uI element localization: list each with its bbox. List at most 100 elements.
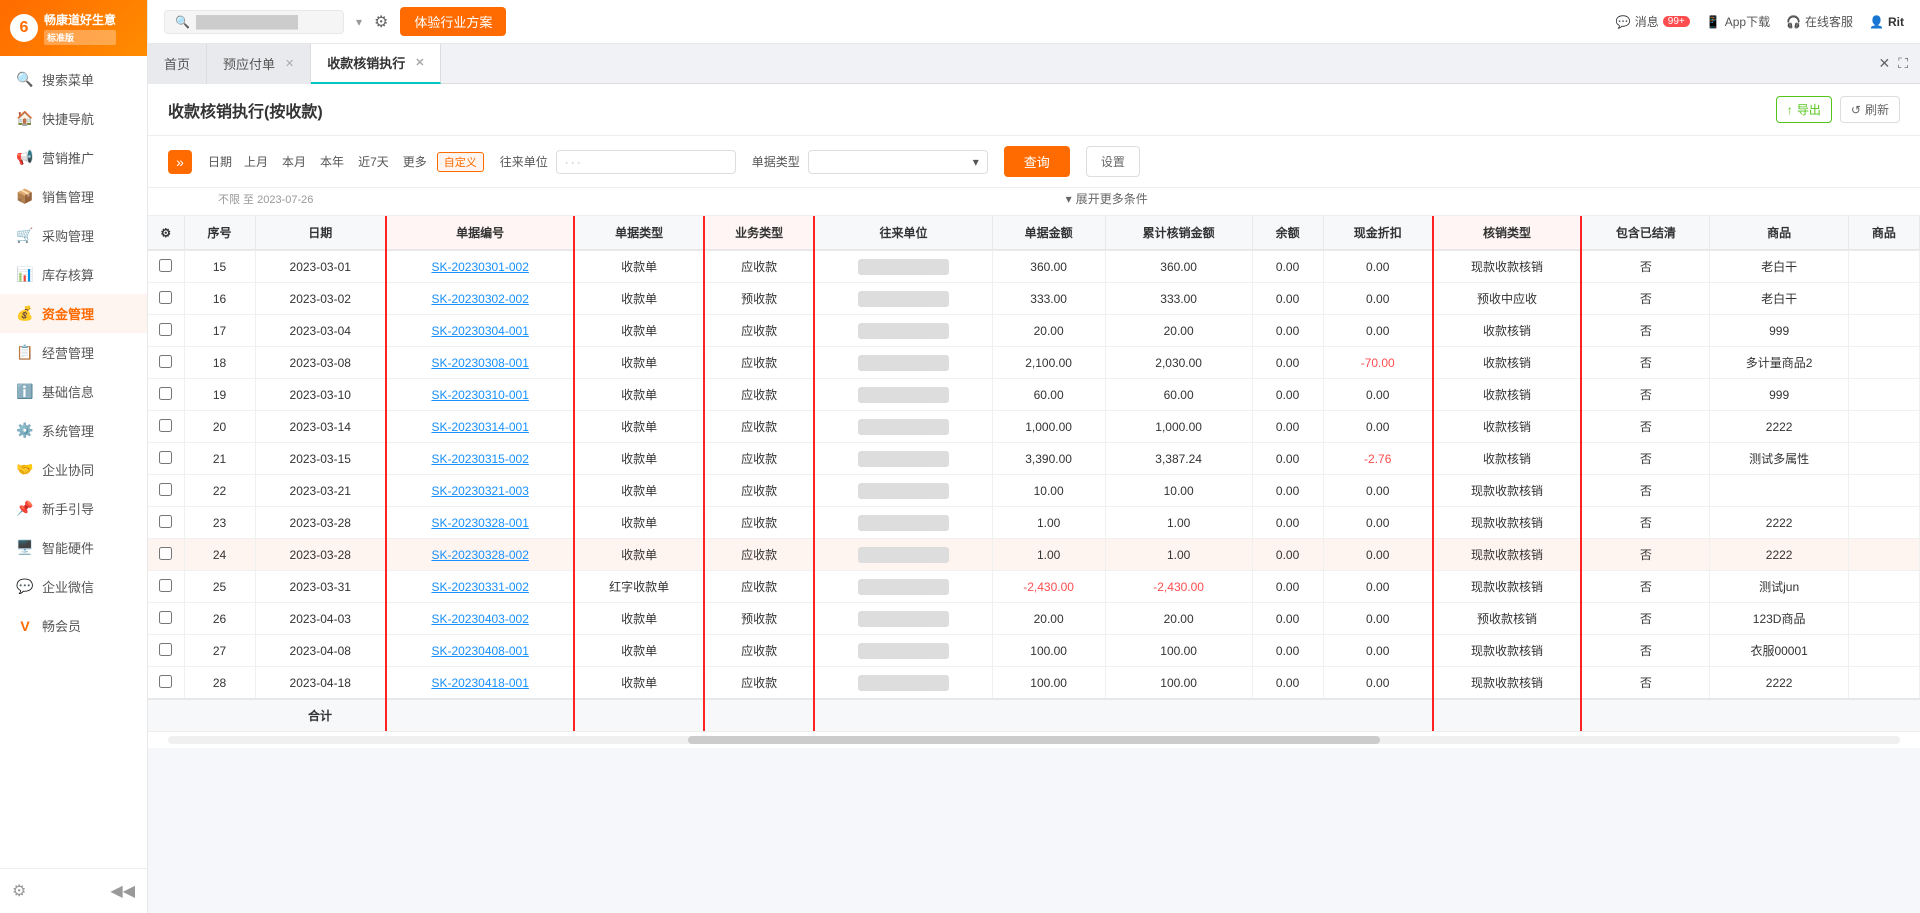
sidebar-item-finance[interactable]: 💰 资金管理 [0,294,147,333]
tab-receive-verify[interactable]: 收款核销执行 ✕ [311,44,441,84]
sidebar-item-wechat[interactable]: 💬 企业微信 [0,567,147,606]
cell-voucher-no[interactable]: SK-20230403-002 [386,603,575,635]
expand-more-btn[interactable]: ▾ 展开更多条件 [1066,190,1148,207]
table-row: 19 2023-03-10 SK-20230310-001 收款单 应收款 ██… [148,379,1920,411]
member-icon: V [16,618,34,634]
marketing-icon: 📢 [16,149,34,166]
online-service-item[interactable]: 🎧 在线客服 [1786,13,1853,30]
voucher-type-select[interactable]: ▾ [808,150,988,174]
sidebar-item-quick-nav[interactable]: 🏠 快捷导航 [0,99,147,138]
tab-close-receive-verify[interactable]: ✕ [415,56,424,69]
col-gear[interactable]: ⚙ [148,216,184,250]
cell-checkbox[interactable] [148,250,184,283]
cell-voucher-no[interactable]: SK-20230315-002 [386,443,575,475]
sidebar-item-system[interactable]: ⚙️ 系统管理 [0,411,147,450]
cell-voucher-no[interactable]: SK-20230408-001 [386,635,575,667]
col-amount: 单据金额 [992,216,1105,250]
wechat-icon: 💬 [16,578,34,595]
sidebar-item-purchase[interactable]: 🛒 采购管理 [0,216,147,255]
date-btn-this-year[interactable]: 本年 [316,151,348,172]
table-wrapper: ⚙ 序号 日期 单据编号 单据类型 业务类型 往来单位 单据金额 累计核销金额 … [148,216,1920,731]
cell-voucher-no[interactable]: SK-20230328-002 [386,539,575,571]
table-row: 15 2023-03-01 SK-20230301-002 收款单 应收款 ██… [148,250,1920,283]
date-btn-this-month[interactable]: 本月 [278,151,310,172]
sidebar-item-search-menu[interactable]: 🔍 搜索菜单 [0,60,147,99]
collapse-sidebar-icon[interactable]: ◀◀ [106,877,139,905]
cell-voucher-no[interactable]: SK-20230304-001 [386,315,575,347]
cell-voucher-no[interactable]: SK-20230314-001 [386,411,575,443]
sidebar-item-inventory[interactable]: 📊 库存核算 [0,255,147,294]
partner-value: ··· [565,155,583,169]
table-scrollbar[interactable] [148,731,1920,748]
table-row: 28 2023-04-18 SK-20230418-001 收款单 应收款 ██… [148,667,1920,700]
filter-date-group: 日期 上月 本月 本年 近7天 更多 自定义 [208,151,484,172]
tab-close-all-icon[interactable]: ✕ [1878,55,1890,72]
topbar-right: 💬 消息 99+ 📱 App下载 🎧 在线客服 👤 Rit [1616,13,1904,30]
solution-button[interactable]: 体验行业方案 [400,7,506,36]
col-date: 日期 [255,216,386,250]
cell-voucher-no[interactable]: SK-20230302-002 [386,283,575,315]
sales-icon: 📦 [16,188,34,205]
gear-col-icon: ⚙ [160,226,171,240]
tab-close-pre-receive[interactable]: ✕ [285,57,294,70]
col-partner: 往来单位 [814,216,992,250]
cell-voucher-no[interactable]: SK-20230418-001 [386,667,575,700]
messages-item[interactable]: 💬 消息 99+ [1616,13,1690,30]
date-btn-7days[interactable]: 近7天 [354,151,393,172]
user-account[interactable]: 👤 Rit [1869,15,1904,29]
logo: 6 畅康道好生意 标准版 [0,0,147,56]
sidebar-item-basic-info[interactable]: ℹ️ 基础信息 [0,372,147,411]
col-biz-type: 业务类型 [704,216,815,250]
hardware-icon: 🖥️ [16,539,34,556]
tab-home[interactable]: 首页 [148,44,207,84]
voucher-type-label: 单据类型 [752,153,800,170]
refresh-button[interactable]: ↺ 刷新 [1840,96,1900,123]
table-row: 22 2023-03-21 SK-20230321-003 收款单 应收款 ██… [148,475,1920,507]
sidebar-nav: 🔍 搜索菜单 🏠 快捷导航 📢 营销推广 📦 销售管理 🛒 采购管理 📊 库存核… [0,56,147,868]
sidebar-item-member[interactable]: V 畅会员 [0,606,147,645]
table-row: 23 2023-03-28 SK-20230328-001 收款单 应收款 ██… [148,507,1920,539]
logo-badge: 标准版 [44,30,116,45]
search-placeholder: ████████████ [196,15,298,29]
topbar-gear-icon[interactable]: ⚙ [374,12,388,32]
sidebar-item-corp[interactable]: 🤝 企业协同 [0,450,147,489]
tab-pre-receive[interactable]: 预应付单 ✕ [207,44,311,84]
sidebar-item-marketing[interactable]: 📢 营销推广 [0,138,147,177]
topbar: 🔍 ████████████ ▾ ⚙ 体验行业方案 💬 消息 99+ 📱 App… [148,0,1920,44]
date-btn-more[interactable]: 更多 [399,151,431,172]
date-btn-last-month[interactable]: 上月 [240,151,272,172]
cell-voucher-no[interactable]: SK-20230321-003 [386,475,575,507]
partner-input[interactable]: ··· [556,150,736,174]
cell-voucher-no[interactable]: SK-20230328-001 [386,507,575,539]
topbar-search-box[interactable]: 🔍 ████████████ [164,10,344,34]
sidebar: 6 畅康道好生意 标准版 🔍 搜索菜单 🏠 快捷导航 📢 营销推广 📦 销售管理… [0,0,148,913]
scrollbar-thumb[interactable] [688,736,1381,744]
scrollbar-track[interactable] [168,736,1900,744]
home-icon: 🏠 [16,110,34,127]
date-custom-btn[interactable]: 自定义 [437,152,484,172]
app-download-item[interactable]: 📱 App下载 [1706,13,1770,30]
cell-voucher-no[interactable]: SK-20230301-002 [386,250,575,283]
col-verify-type: 核销类型 [1433,216,1581,250]
chevron-down-voucher: ▾ [973,155,979,169]
chevron-down-icon: ▾ [356,15,362,29]
sidebar-item-sales[interactable]: 📦 销售管理 [0,177,147,216]
table-row: 20 2023-03-14 SK-20230314-001 收款单 应收款 ██… [148,411,1920,443]
filter-toggle-button[interactable]: » [168,150,192,174]
cell-voucher-no[interactable]: SK-20230310-001 [386,379,575,411]
cell-voucher-no[interactable]: SK-20230308-001 [386,347,575,379]
sidebar-bottom: ⚙ ◀◀ [0,868,147,913]
export-button[interactable]: ↑ 导出 [1776,96,1832,123]
col-discount: 现金折扣 [1323,216,1433,250]
settings-button[interactable]: 设置 [1086,146,1140,177]
cell-voucher-no[interactable]: SK-20230331-002 [386,571,575,603]
settings-bottom-icon[interactable]: ⚙ [8,877,30,905]
table-row-highlighted: 24 2023-03-28 SK-20230328-002 收款单 应收款 ██… [148,539,1920,571]
sidebar-item-hardware[interactable]: 🖥️ 智能硬件 [0,528,147,567]
sidebar-item-operation[interactable]: 📋 经营管理 [0,333,147,372]
query-button[interactable]: 查询 [1004,146,1070,177]
sidebar-item-guide[interactable]: 📌 新手引导 [0,489,147,528]
tab-fullscreen-icon[interactable]: ⛶ [1898,55,1908,72]
table-row: 21 2023-03-15 SK-20230315-002 收款单 应收款 ██… [148,443,1920,475]
filter-bar: » 日期 上月 本月 本年 近7天 更多 自定义 往来单位 ··· [148,136,1920,188]
